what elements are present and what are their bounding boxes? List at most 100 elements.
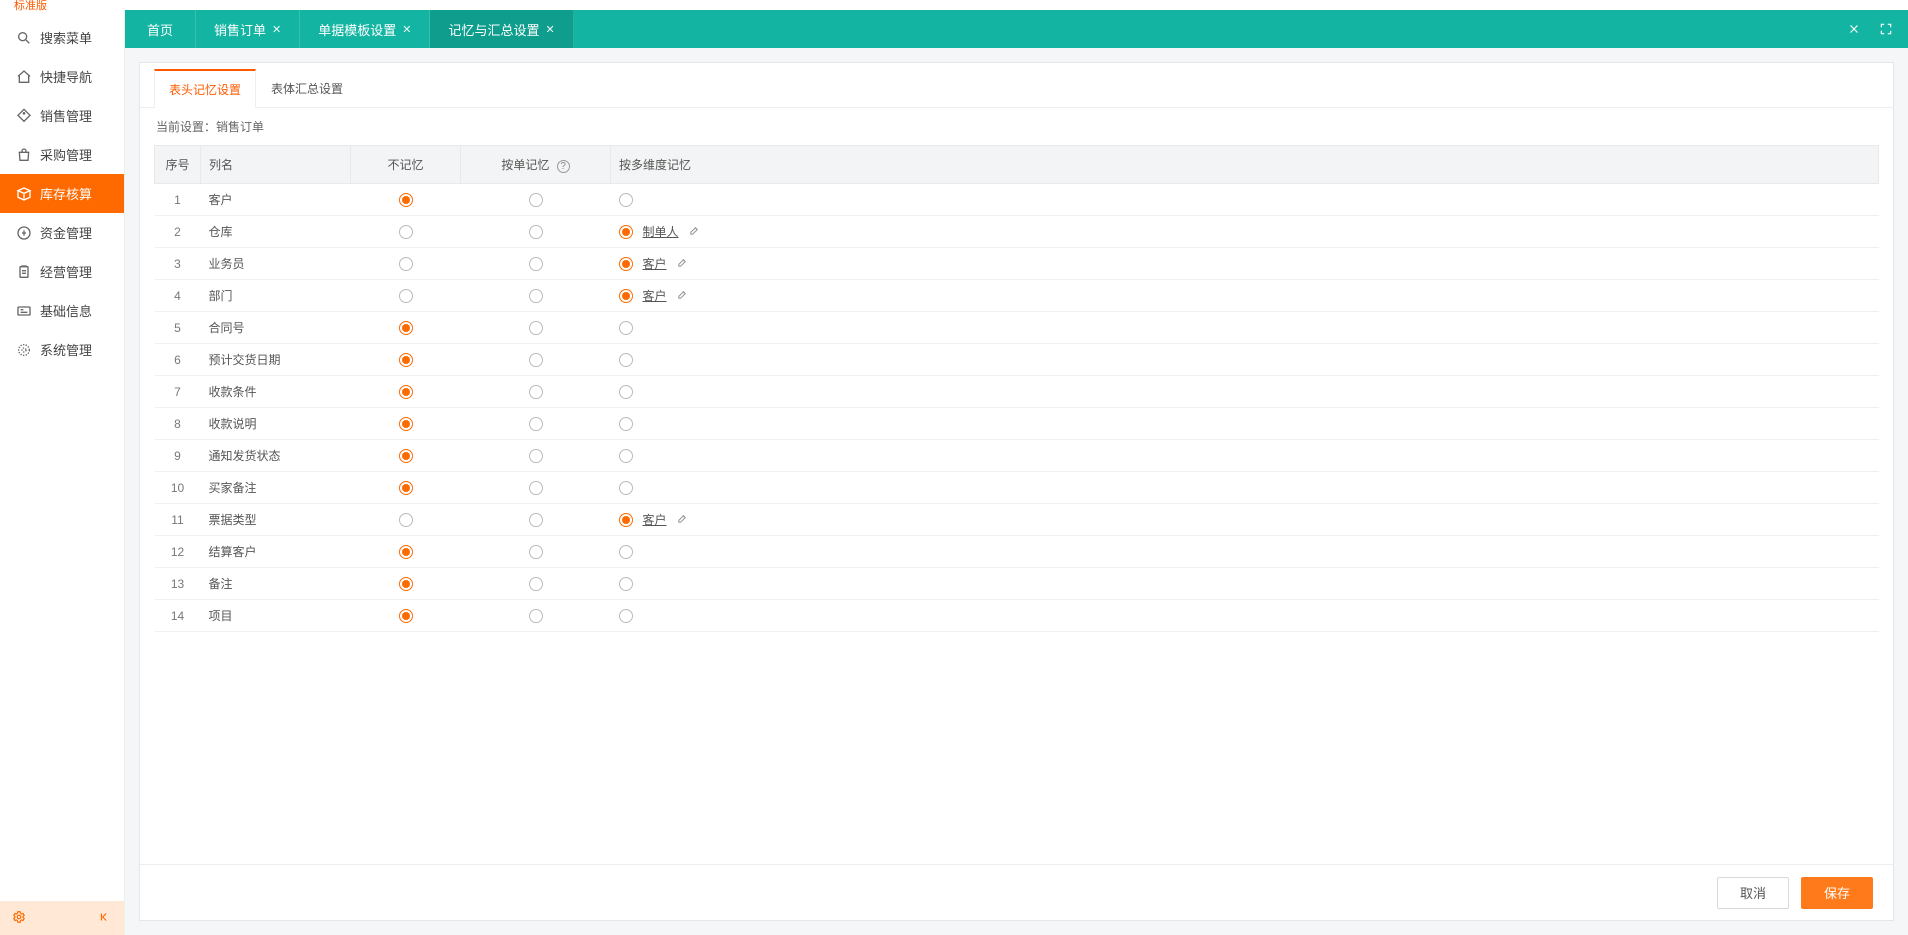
radio[interactable]	[399, 577, 413, 591]
edit-icon[interactable]	[689, 225, 700, 239]
sidebar-item-purchase-mgmt[interactable]: 采购管理	[0, 135, 124, 174]
cell-seq: 1	[155, 184, 201, 216]
radio[interactable]	[529, 385, 543, 399]
radio[interactable]	[399, 449, 413, 463]
radio[interactable]	[529, 321, 543, 335]
sidebar-item-search-menu[interactable]: 搜索菜单	[0, 18, 124, 57]
tab-sales-order[interactable]: 销售订单✕	[196, 10, 300, 48]
radio[interactable]	[619, 353, 633, 367]
radio[interactable]	[399, 257, 413, 271]
radio[interactable]	[399, 353, 413, 367]
tab-label: 首页	[147, 20, 173, 39]
radio[interactable]	[529, 417, 543, 431]
radio[interactable]	[619, 321, 633, 335]
sidebar-item-funds[interactable]: 资金管理	[0, 213, 124, 252]
radio[interactable]	[399, 193, 413, 207]
radio[interactable]	[529, 289, 543, 303]
radio[interactable]	[619, 513, 633, 527]
cell-name: 业务员	[201, 248, 351, 280]
radio[interactable]	[619, 193, 633, 207]
cell-seq: 6	[155, 344, 201, 376]
dimension-link[interactable]: 客户	[643, 511, 667, 528]
cell-by-multi	[611, 536, 1879, 568]
radio[interactable]	[399, 609, 413, 623]
radio[interactable]	[619, 481, 633, 495]
cell-by-order	[461, 472, 611, 504]
radio[interactable]	[529, 513, 543, 527]
radio[interactable]	[399, 417, 413, 431]
radio[interactable]	[619, 289, 633, 303]
subtab-body-summary[interactable]: 表体汇总设置	[256, 69, 358, 108]
radio[interactable]	[529, 193, 543, 207]
cancel-button[interactable]: 取消	[1717, 877, 1789, 909]
bag-icon	[16, 147, 32, 163]
tab-bill-template[interactable]: 单据模板设置✕	[300, 10, 430, 48]
tab-close-icon[interactable]: ✕	[272, 23, 281, 36]
settings-panel: 表头记忆设置表体汇总设置 当前设置：销售订单 序号 列名 不记忆	[139, 62, 1894, 921]
radio[interactable]	[529, 481, 543, 495]
cell-seq: 5	[155, 312, 201, 344]
cell-name: 通知发货状态	[201, 440, 351, 472]
radio[interactable]	[399, 513, 413, 527]
settings-icon[interactable]	[12, 910, 26, 927]
close-all-tabs-icon[interactable]	[1844, 19, 1864, 39]
radio[interactable]	[399, 225, 413, 239]
radio[interactable]	[529, 225, 543, 239]
sidebar-item-biz-mgmt[interactable]: 经营管理	[0, 252, 124, 291]
dimension-link[interactable]: 客户	[643, 255, 667, 272]
tabs-bar: 首页 销售订单✕单据模板设置✕记忆与汇总设置✕	[125, 10, 1908, 48]
sidebar-item-label: 资金管理	[40, 223, 92, 242]
cell-no-memory	[351, 312, 461, 344]
radio[interactable]	[529, 353, 543, 367]
radio[interactable]	[619, 257, 633, 271]
cell-seq: 9	[155, 440, 201, 472]
edit-icon[interactable]	[677, 289, 688, 303]
sidebar-item-quick-nav[interactable]: 快捷导航	[0, 57, 124, 96]
sidebar-item-label: 基础信息	[40, 301, 92, 320]
memory-table: 序号 列名 不记忆 按单记忆 ? 按多维度记忆	[154, 145, 1879, 632]
radio[interactable]	[529, 449, 543, 463]
sidebar-item-inventory[interactable]: 库存核算	[0, 174, 124, 213]
radio[interactable]	[619, 577, 633, 591]
edit-icon[interactable]	[677, 513, 688, 527]
fullscreen-icon[interactable]	[1876, 19, 1896, 39]
sidebar-item-base-info[interactable]: 基础信息	[0, 291, 124, 330]
edit-icon[interactable]	[677, 257, 688, 271]
tab-close-icon[interactable]: ✕	[402, 23, 411, 36]
radio[interactable]	[529, 609, 543, 623]
subtab-header-memory[interactable]: 表头记忆设置	[154, 69, 256, 108]
table-row: 11票据类型客户	[155, 504, 1879, 536]
radio[interactable]	[399, 289, 413, 303]
cell-by-order	[461, 536, 611, 568]
cell-by-multi	[611, 312, 1879, 344]
radio[interactable]	[399, 481, 413, 495]
sidebar-item-sys-mgmt[interactable]: 系统管理	[0, 330, 124, 369]
radio[interactable]	[619, 417, 633, 431]
save-button[interactable]: 保存	[1801, 877, 1873, 909]
radio[interactable]	[399, 385, 413, 399]
radio[interactable]	[529, 577, 543, 591]
radio[interactable]	[619, 225, 633, 239]
tab-memory-summary[interactable]: 记忆与汇总设置✕	[430, 10, 573, 48]
cell-no-memory	[351, 408, 461, 440]
cell-no-memory	[351, 440, 461, 472]
radio[interactable]	[619, 385, 633, 399]
radio[interactable]	[619, 449, 633, 463]
sidebar-item-sales-mgmt[interactable]: 销售管理	[0, 96, 124, 135]
radio[interactable]	[399, 321, 413, 335]
tab-home[interactable]: 首页	[125, 10, 196, 48]
radio[interactable]	[619, 609, 633, 623]
collapse-sidebar-icon[interactable]	[98, 910, 112, 927]
dimension-link[interactable]: 制单人	[643, 223, 679, 240]
radio[interactable]	[399, 545, 413, 559]
radio[interactable]	[619, 545, 633, 559]
cell-by-multi: 客户	[611, 504, 1879, 536]
radio[interactable]	[529, 545, 543, 559]
cell-by-order	[461, 376, 611, 408]
radio[interactable]	[529, 257, 543, 271]
table-row: 3业务员客户	[155, 248, 1879, 280]
tab-close-icon[interactable]: ✕	[546, 23, 555, 36]
dimension-link[interactable]: 客户	[643, 287, 667, 304]
cell-name: 客户	[201, 184, 351, 216]
help-icon[interactable]: ?	[557, 160, 570, 173]
